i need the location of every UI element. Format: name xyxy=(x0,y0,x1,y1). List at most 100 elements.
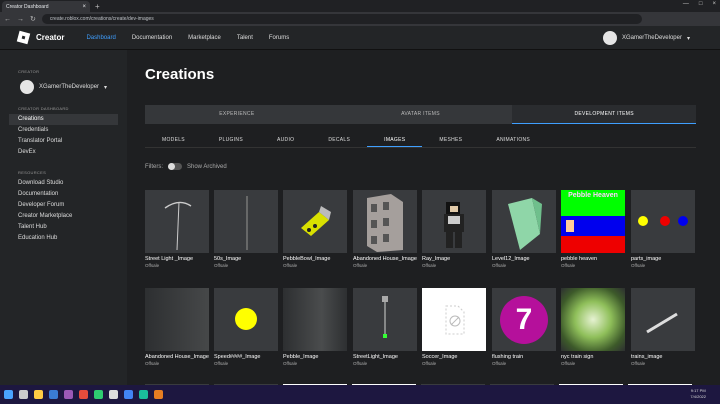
creation-card[interactable]: Abandoned House_Image Offsale xyxy=(145,288,209,367)
sidebar-item-education-hub[interactable]: Education Hub xyxy=(0,233,127,244)
roblox-logo-icon[interactable] xyxy=(16,30,31,45)
app-icon[interactable] xyxy=(154,390,163,399)
show-archived-toggle[interactable] xyxy=(168,163,182,170)
card-title[interactable]: pebble heaven xyxy=(561,256,625,263)
thumbnail[interactable] xyxy=(283,190,347,253)
creation-card[interactable]: Pebble_Image Offsale xyxy=(283,288,347,367)
card-title[interactable]: Street Light _Image xyxy=(145,256,209,263)
tab-animations[interactable]: ANIMATIONS xyxy=(479,132,547,147)
card-title[interactable]: flushing train xyxy=(492,354,556,361)
app-icon[interactable] xyxy=(79,390,88,399)
creation-card[interactable]: Street Light _Image Offsale xyxy=(145,190,209,269)
reload-icon[interactable]: ↻ xyxy=(30,15,36,23)
card-title[interactable]: Abandoned House_Image xyxy=(353,256,417,263)
creation-card[interactable]: Level12_Image Offsale xyxy=(492,190,556,269)
creation-card[interactable]: 7 flushing train Offsale xyxy=(492,288,556,367)
card-title[interactable]: Pebble_Image xyxy=(283,354,347,361)
nav-marketplace[interactable]: Marketplace xyxy=(188,35,221,41)
card-title[interactable]: Abandoned House_Image xyxy=(145,354,209,361)
address-bar[interactable]: create.roblox.com/creations/create/dev-i… xyxy=(41,14,642,24)
card-title[interactable]: StreetLight_Image xyxy=(353,354,417,361)
thumbnail[interactable] xyxy=(214,190,278,253)
thumbnail[interactable] xyxy=(561,288,625,351)
creation-card[interactable]: StreetLight_Image Offsale xyxy=(353,288,417,367)
tab-plugins[interactable]: PLUGINS xyxy=(202,132,260,147)
sidebar-item-developer-forum[interactable]: Developer Forum xyxy=(0,200,127,211)
chrome-icon[interactable] xyxy=(124,390,133,399)
card-title[interactable]: nyc train sign xyxy=(561,354,625,361)
card-title[interactable]: PebbleBowl_Image xyxy=(283,256,347,263)
tab-models[interactable]: MODELS xyxy=(145,132,202,147)
folder-icon[interactable] xyxy=(34,390,43,399)
sidebar-item-translator-portal[interactable]: Translator Portal xyxy=(0,136,127,147)
creation-card[interactable]: Soccer_Image Offsale xyxy=(422,288,486,367)
creation-card[interactable]: trains_image Offsale xyxy=(631,288,695,367)
thumbnail[interactable]: 7 xyxy=(492,288,556,351)
close-icon[interactable]: × xyxy=(82,4,86,10)
sidebar-item-credentials[interactable]: Credentials xyxy=(0,125,127,136)
back-icon[interactable]: ← xyxy=(4,16,11,23)
tab-meshes[interactable]: MESHES xyxy=(422,132,479,147)
sidebar-item-creations[interactable]: Creations xyxy=(9,114,118,125)
thumbnail[interactable] xyxy=(145,288,209,351)
new-tab-icon[interactable]: + xyxy=(95,2,100,12)
nav-talent[interactable]: Talent xyxy=(237,35,253,41)
thumbnail[interactable] xyxy=(145,190,209,253)
nav-documentation[interactable]: Documentation xyxy=(132,35,172,41)
brand-name[interactable]: Creator xyxy=(36,33,64,42)
thumbnail[interactable]: Pebble Heaven xyxy=(561,190,625,253)
card-title[interactable]: parts_image xyxy=(631,256,695,263)
start-icon[interactable] xyxy=(4,390,13,399)
sidebar-user-switcher[interactable]: XGamerTheDeveloper ▾ xyxy=(0,78,127,96)
roblox-icon[interactable] xyxy=(109,390,118,399)
mail-icon[interactable] xyxy=(49,390,58,399)
sidebar-item-creator-marketplace[interactable]: Creator Marketplace xyxy=(0,211,127,222)
tab-avatar-items[interactable]: AVATAR ITEMS xyxy=(329,105,513,124)
creation-card[interactable]: Abandoned House_Image Offsale xyxy=(353,190,417,269)
tab-images[interactable]: IMAGES xyxy=(367,132,423,147)
maximize-icon[interactable]: □ xyxy=(699,1,703,7)
thumbnail[interactable] xyxy=(631,190,695,253)
search-icon[interactable] xyxy=(19,390,28,399)
thumbnail[interactable] xyxy=(422,190,486,253)
thumbnail[interactable] xyxy=(353,288,417,351)
app-icon[interactable] xyxy=(64,390,73,399)
tab-experience[interactable]: EXPERIENCE xyxy=(145,105,329,124)
sidebar-item-devex[interactable]: DevEx xyxy=(0,147,127,158)
creation-card[interactable]: Pebble Heaven pebble heaven Offsale xyxy=(561,190,625,269)
sidebar-item-documentation[interactable]: Documentation xyxy=(0,189,127,200)
card-title[interactable]: Soccer_Image xyxy=(422,354,486,361)
card-title[interactable]: 50s_Image xyxy=(214,256,278,263)
user-menu[interactable]: XGamerTheDeveloper ▾ xyxy=(602,31,690,45)
xbox-icon[interactable] xyxy=(94,390,103,399)
tab-audio[interactable]: AUDIO xyxy=(260,132,311,147)
nav-dashboard[interactable]: Dashboard xyxy=(86,35,115,41)
creation-card[interactable]: PebbleBowl_Image Offsale xyxy=(283,190,347,269)
creation-card[interactable]: Speed####_Image Offsale xyxy=(214,288,278,367)
thumbnail[interactable] xyxy=(214,288,278,351)
thumbnail[interactable] xyxy=(283,288,347,351)
card-title[interactable]: Speed####_Image xyxy=(214,354,278,361)
forward-icon[interactable]: → xyxy=(17,16,24,23)
creation-card[interactable]: parts_image Offsale xyxy=(631,190,695,269)
system-clock[interactable]: 9:17 PM 7/4/2022 xyxy=(690,388,706,400)
creation-card[interactable]: Ray_Image Offsale xyxy=(422,190,486,269)
tab-decals[interactable]: DECALS xyxy=(311,132,367,147)
close-window-icon[interactable]: × xyxy=(712,1,716,7)
card-title[interactable]: Level12_Image xyxy=(492,256,556,263)
tab-development-items[interactable]: DEVELOPMENT ITEMS xyxy=(512,105,697,124)
thumbnail[interactable] xyxy=(492,190,556,253)
thumbnail[interactable] xyxy=(422,288,486,351)
sidebar-item-download-studio[interactable]: Download Studio xyxy=(0,178,127,189)
thumbnail[interactable] xyxy=(631,288,695,351)
card-title[interactable]: trains_image xyxy=(631,354,695,361)
sidebar-item-talent-hub[interactable]: Talent Hub xyxy=(0,222,127,233)
browser-tab[interactable]: Creator Dashboard × xyxy=(2,1,90,12)
thumbnail[interactable] xyxy=(353,190,417,253)
creation-card[interactable]: nyc train sign Offsale xyxy=(561,288,625,367)
card-title[interactable]: Ray_Image xyxy=(422,256,486,263)
creation-card[interactable]: 50s_Image Offsale xyxy=(214,190,278,269)
edge-icon[interactable] xyxy=(139,390,148,399)
nav-forums[interactable]: Forums xyxy=(269,35,289,41)
minimize-icon[interactable]: — xyxy=(683,1,689,7)
